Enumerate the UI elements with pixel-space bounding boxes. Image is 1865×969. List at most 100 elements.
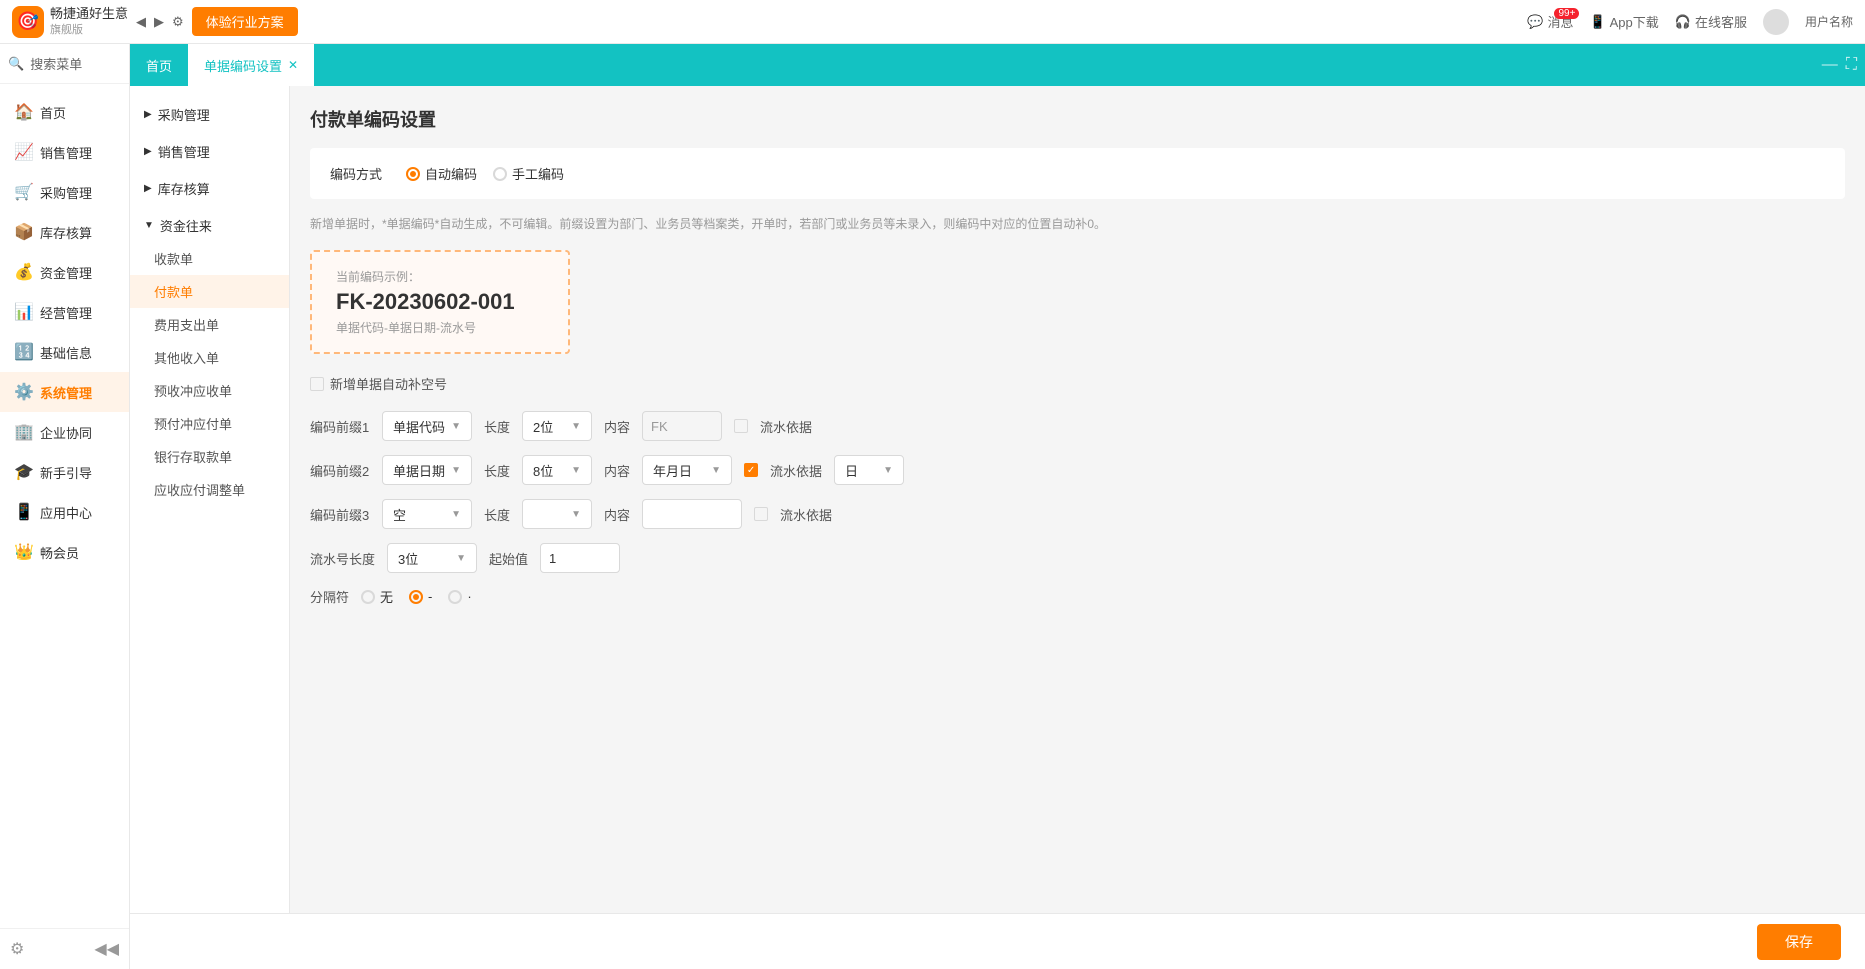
sidebar-item-operations[interactable]: 📊 经营管理	[0, 292, 129, 332]
length3-select[interactable]: ▼	[522, 499, 592, 529]
content2-select[interactable]: 年月日 ▼	[642, 455, 732, 485]
tab-maximize-button[interactable]: ⛶	[1846, 56, 1857, 74]
sub-group-purchase-title[interactable]: ▶ 采购管理	[130, 98, 289, 131]
tab-encoding[interactable]: 单据编码设置 ✕	[188, 44, 314, 86]
preview-code: FK-20230602-001	[336, 289, 544, 315]
sales-icon: 📈	[14, 142, 32, 162]
app-download-button[interactable]: 📱 App下载	[1589, 12, 1658, 31]
sidebar-item-sales[interactable]: 📈 销售管理	[0, 132, 129, 172]
sub-item-prepay-recv[interactable]: 预收冲应收单	[130, 374, 289, 407]
nav-forward-button[interactable]: ▶	[154, 14, 164, 30]
tab-minimize-button[interactable]: —	[1822, 56, 1838, 74]
settings-button[interactable]: ⚙	[172, 14, 184, 30]
basic-icon: 🔢	[14, 342, 32, 362]
sub-item-payment[interactable]: 付款单	[130, 275, 289, 308]
chevron-right-icon: ▶	[144, 146, 152, 157]
sub-group-fund-title[interactable]: ▼ 资金往来	[130, 209, 289, 242]
length2-select[interactable]: 8位 ▼	[522, 455, 592, 485]
preview-label: 当前编码示例：	[336, 268, 544, 285]
sub-item-expense[interactable]: 费用支出单	[130, 308, 289, 341]
info-text: 新增单据时，*单据编码*自动生成，不可编辑。前缀设置为部门、业务员等档案类，开单…	[310, 215, 1845, 234]
length2-label: 长度	[484, 461, 510, 480]
auto-encoding-radio[interactable]: 自动编码	[406, 164, 477, 183]
separator-none-radio[interactable]: 无	[361, 587, 393, 606]
newguide-icon: 🎓	[14, 462, 32, 482]
auto-radio-circle	[406, 167, 420, 181]
chevron-right-icon: ▶	[144, 183, 152, 194]
tab-close-icon[interactable]: ✕	[288, 58, 298, 72]
start-value-input[interactable]	[540, 543, 620, 573]
sidebar-item-newguide[interactable]: 🎓 新手引导	[0, 452, 129, 492]
prefix1-label: 编码前缀1	[310, 417, 370, 436]
top-bar: 🎯 畅捷通好生意 旗舰版 ◀ ▶ ⚙ 体验行业方案 💬 消息 99+ 📱 App…	[0, 0, 1865, 44]
sub-item-receipt[interactable]: 收款单	[130, 242, 289, 275]
appcenter-icon: 📱	[14, 502, 32, 522]
config-row-prefix1: 编码前缀1 单据代码 ▼ 长度 2位 ▼ 内容 流水依据	[310, 411, 1845, 441]
serial-length-label: 流水号长度	[310, 549, 375, 568]
collapse-sidebar-button[interactable]: ◀◀	[94, 939, 119, 959]
sidebar-item-inventory[interactable]: 📦 库存核算	[0, 212, 129, 252]
nav-back-button[interactable]: ◀	[136, 14, 146, 30]
content1-input[interactable]	[642, 411, 722, 441]
sub-item-other-income[interactable]: 其他收入单	[130, 341, 289, 374]
watermark3-checkbox[interactable]	[754, 507, 768, 521]
sidebar: 🔍 搜索菜单 🏠 首页 📈 销售管理 🛒 采购管理 📦 库存核算 💰	[0, 44, 130, 969]
sub-item-prepay-pay[interactable]: 预付冲应付单	[130, 407, 289, 440]
online-service-button[interactable]: 🎧 在线客服	[1675, 12, 1747, 31]
manual-encoding-radio[interactable]: 手工编码	[493, 164, 564, 183]
watermark2-period-select[interactable]: 日 ▼	[834, 455, 904, 485]
trial-button[interactable]: 体验行业方案	[192, 7, 298, 36]
auto-radio-dot	[410, 171, 416, 177]
prefix1-select[interactable]: 单据代码 ▼	[382, 411, 472, 441]
separator-dash-radio[interactable]: -	[409, 589, 432, 604]
prefix2-select[interactable]: 单据日期 ▼	[382, 455, 472, 485]
avatar	[1763, 9, 1789, 35]
main-layout: 🔍 搜索菜单 🏠 首页 📈 销售管理 🛒 采购管理 📦 库存核算 💰	[0, 44, 1865, 969]
sub-group-inventory-title[interactable]: ▶ 库存核算	[130, 172, 289, 205]
sub-group-sales-title[interactable]: ▶ 销售管理	[130, 135, 289, 168]
sidebar-item-enterprise[interactable]: 🏢 企业协同	[0, 412, 129, 452]
enterprise-icon: 🏢	[14, 422, 32, 442]
chevron-down-icon: ▼	[711, 465, 721, 476]
sidebar-item-member[interactable]: 👑 畅会员	[0, 532, 129, 572]
separator-options: 无 - ·	[361, 587, 472, 606]
sidebar-item-finance[interactable]: 💰 资金管理	[0, 252, 129, 292]
sub-item-receivable-adj[interactable]: 应收应付调整单	[130, 473, 289, 506]
bottom-bar: 保存	[130, 913, 1865, 969]
sep-dash-dot	[413, 594, 419, 600]
sub-group-sales: ▶ 销售管理	[130, 135, 289, 168]
tab-home[interactable]: 首页	[130, 44, 188, 86]
serial-length-select[interactable]: 3位 ▼	[387, 543, 477, 573]
message-button[interactable]: 💬 消息 99+	[1527, 12, 1573, 31]
sidebar-item-appcenter[interactable]: 📱 应用中心	[0, 492, 129, 532]
save-button[interactable]: 保存	[1757, 924, 1841, 960]
chevron-down-icon: ▼	[571, 421, 581, 432]
app-logo: 🎯 畅捷通好生意 旗舰版	[12, 6, 128, 38]
sidebar-nav: 🏠 首页 📈 销售管理 🛒 采购管理 📦 库存核算 💰 资金管理 📊 经	[0, 84, 129, 928]
logo-icon: 🎯	[12, 6, 44, 38]
sidebar-item-purchase[interactable]: 🛒 采购管理	[0, 172, 129, 212]
main-panel: 付款单编码设置 编码方式 自动编码	[290, 86, 1865, 913]
search-menu-button[interactable]: 🔍 搜索菜单	[8, 54, 121, 73]
username: 用户名称	[1805, 13, 1853, 30]
auto-fill-checkbox[interactable]	[310, 377, 324, 391]
sidebar-item-basic[interactable]: 🔢 基础信息	[0, 332, 129, 372]
watermark1-checkbox[interactable]	[734, 419, 748, 433]
chevron-down-icon: ▼	[571, 465, 581, 476]
content3-input[interactable]	[642, 499, 742, 529]
sep-none-circle	[361, 590, 375, 604]
top-bar-left: 🎯 畅捷通好生意 旗舰版 ◀ ▶ ⚙ 体验行业方案	[12, 6, 298, 38]
sub-item-bank-deposit[interactable]: 银行存取款单	[130, 440, 289, 473]
sidebar-item-home[interactable]: 🏠 首页	[0, 92, 129, 132]
length1-select[interactable]: 2位 ▼	[522, 411, 592, 441]
settings-bottom-button[interactable]: ⚙	[10, 939, 24, 959]
chevron-down-icon: ▼	[456, 553, 466, 564]
prefix3-label: 编码前缀3	[310, 505, 370, 524]
encoding-method-row: 编码方式 自动编码 手工编码	[330, 164, 1825, 183]
sidebar-item-system[interactable]: ⚙️ 系统管理	[0, 372, 129, 412]
separator-row: 分隔符 无 -	[310, 587, 1845, 606]
watermark2-checkbox[interactable]: ✓	[744, 463, 758, 477]
prefix3-select[interactable]: 空 ▼	[382, 499, 472, 529]
content3-label: 内容	[604, 505, 630, 524]
separator-dot-radio[interactable]: ·	[448, 589, 471, 604]
